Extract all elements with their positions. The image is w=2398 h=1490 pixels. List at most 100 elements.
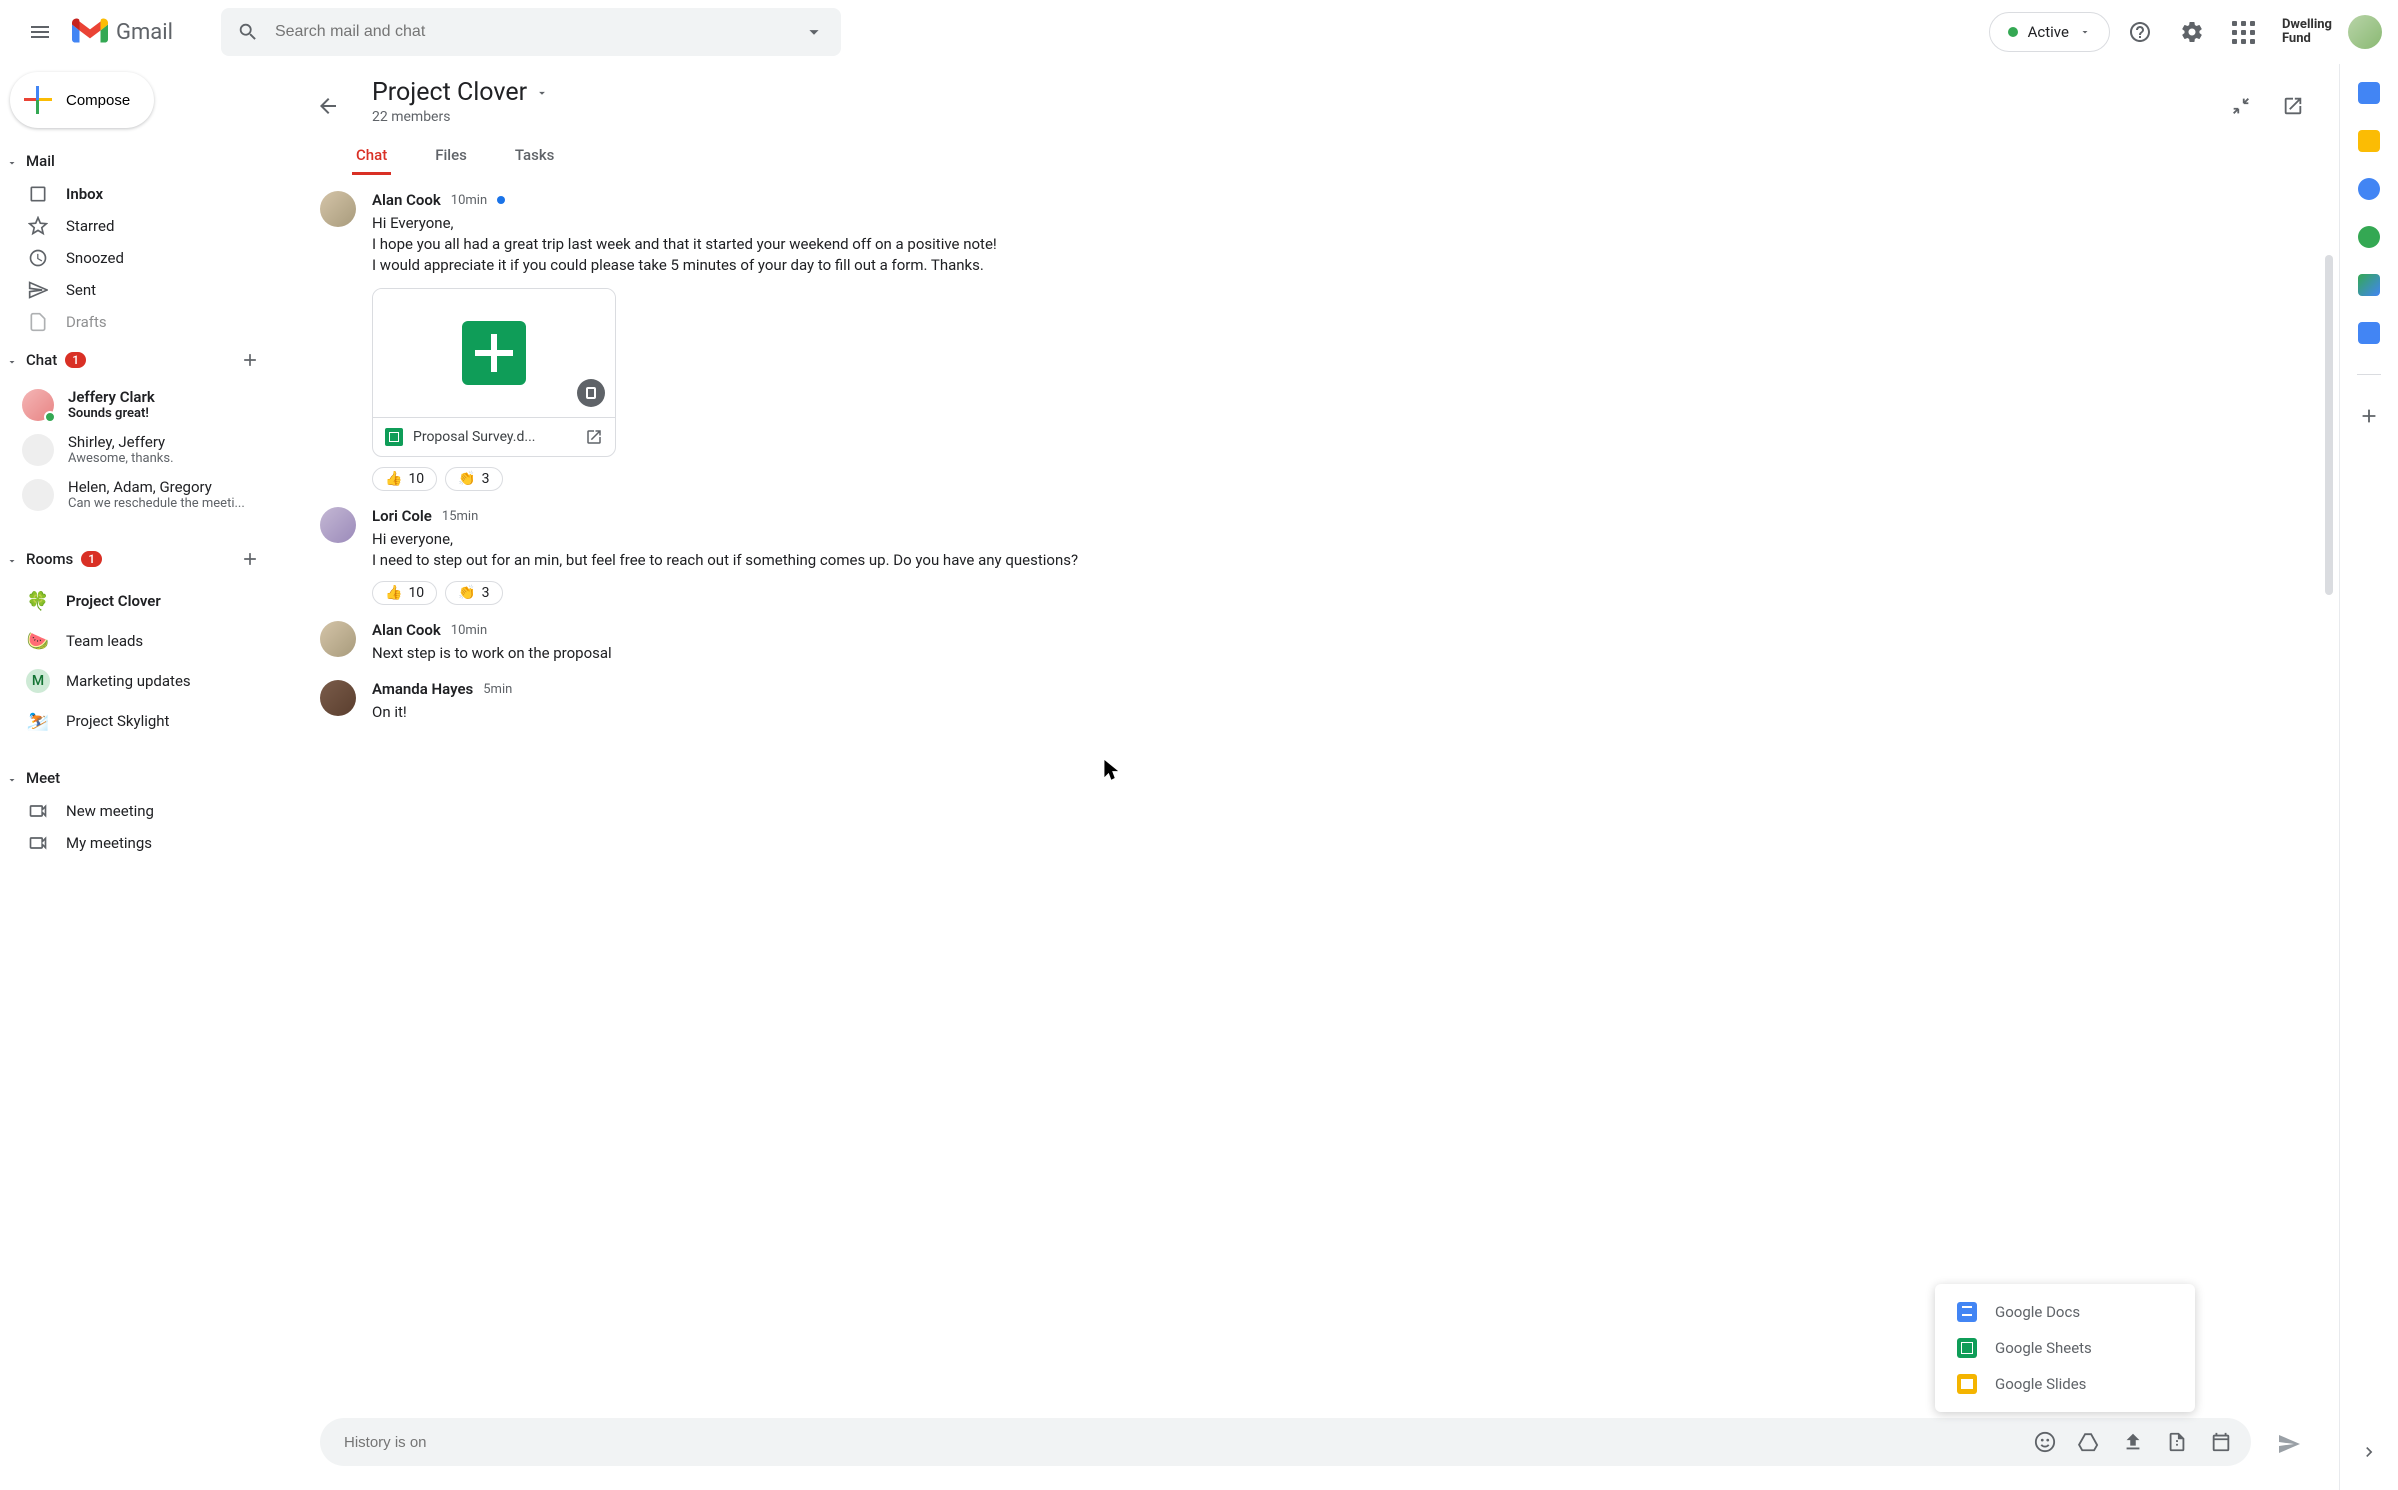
status-indicator-icon [2008,27,2018,37]
reaction-button[interactable]: 👍 10 [372,467,437,491]
section-chat-label: Chat [26,351,57,369]
search-icon [237,21,259,43]
message-author: Lori Cole [372,507,432,525]
schedule-button[interactable] [2203,1424,2239,1460]
message-time: 15min [442,509,478,524]
video-plus-icon [28,801,48,821]
rooms-badge: 1 [81,551,102,567]
collapse-button[interactable] [2223,88,2259,124]
drive-icon [2078,1431,2100,1453]
message-avatar [320,191,356,227]
panel-contacts[interactable] [2358,226,2380,248]
gmail-icon [72,18,108,46]
reaction-button[interactable]: 👏 3 [445,467,502,491]
message-list[interactable]: Alan Cook 10min Hi Everyone, I hope you … [280,175,2339,1406]
message: Alan Cook 10min Next step is to work on … [320,613,2311,672]
section-chat-header[interactable]: Chat 1 [0,338,280,382]
section-mail-header[interactable]: Mail [0,144,280,178]
nav-my-meetings[interactable]: My meetings [0,827,280,859]
draft-icon [28,312,48,332]
popout-button[interactable] [2275,88,2311,124]
room-item[interactable]: 🍉 Team leads [0,621,280,661]
send-icon [2277,1432,2301,1456]
back-button[interactable] [308,86,348,126]
sidebar: Compose Mail Inbox Starred Snoozed Sent … [0,64,280,1490]
compose-input[interactable] [344,1434,2019,1451]
arrow-back-icon [316,94,340,118]
account-avatar[interactable] [2348,15,2382,49]
gmail-logo[interactable]: Gmail [72,18,173,46]
menu-google-slides[interactable]: Google Slides [1935,1366,2195,1402]
nav-sent[interactable]: Sent [0,274,280,306]
panel-keep[interactable] [2358,130,2380,152]
panel-tasks[interactable] [2358,178,2380,200]
room-tabs: Chat Files Tasks [280,126,2339,175]
chat-item[interactable]: Jeffery Clark Sounds great! [0,382,280,427]
room-item[interactable]: M Marketing updates [0,661,280,701]
nav-new-meeting[interactable]: New meeting [0,795,280,827]
room-title[interactable]: Project Clover [372,78,2199,107]
panel-calendar[interactable] [2358,82,2380,104]
emoji-button[interactable] [2027,1424,2063,1460]
compose-button[interactable]: Compose [10,72,154,128]
tab-chat[interactable]: Chat [352,138,391,175]
apps-grid-icon [2232,21,2255,44]
side-panel [2340,64,2398,1490]
create-doc-menu: Google Docs Google Sheets Google Slides [1935,1284,2195,1412]
settings-button[interactable] [2170,10,2214,54]
create-doc-button[interactable] [2159,1424,2195,1460]
app-header: Gmail Active Dwelling Fund [0,0,2398,64]
reaction-button[interactable]: 👏 3 [445,581,502,605]
message-avatar [320,680,356,716]
panel-toggle[interactable] [2351,1434,2387,1470]
presence-dot-icon [44,411,56,423]
support-button[interactable] [2118,10,2162,54]
message-author: Amanda Hayes [372,680,473,698]
nav-inbox[interactable]: Inbox [0,178,280,210]
panel-add-button[interactable] [2358,405,2380,427]
room-item[interactable]: 🍀 Project Clover [0,581,280,621]
panel-divider [2357,374,2381,375]
open-attachment-button[interactable] [585,428,603,446]
help-icon [2128,20,2152,44]
section-rooms-header[interactable]: Rooms 1 [0,537,280,581]
main-menu-button[interactable] [16,8,64,56]
section-rooms-label: Rooms [26,550,73,568]
attachment-action-icon[interactable] [577,379,605,407]
nav-snoozed[interactable]: Snoozed [0,242,280,274]
menu-google-docs[interactable]: Google Docs [1935,1294,2195,1330]
new-message-indicator-icon [497,196,505,204]
room-item[interactable]: ⛷️ Project Skylight [0,701,280,741]
scrollbar[interactable] [2325,255,2333,595]
search-options-icon[interactable] [803,21,825,43]
menu-google-sheets[interactable]: Google Sheets [1935,1330,2195,1366]
chevron-down-icon [535,86,549,100]
docs-icon [1957,1302,1977,1322]
nav-drafts[interactable]: Drafts [0,306,280,338]
new-room-button[interactable] [236,545,264,573]
attachment-card[interactable]: Proposal Survey.d... [372,288,616,457]
new-chat-button[interactable] [236,346,264,374]
chat-item[interactable]: Helen, Adam, Gregory Can we reschedule t… [0,472,280,517]
search-input[interactable] [275,23,787,41]
compose-input-wrapper[interactable] [320,1418,2251,1466]
panel-maps[interactable] [2358,274,2380,296]
chat-item[interactable]: Shirley, Jeffery Awesome, thanks. [0,427,280,472]
google-apps-button[interactable] [2222,10,2266,54]
send-button[interactable] [2267,1422,2311,1466]
upload-button[interactable] [2115,1424,2151,1460]
message-avatar [320,507,356,543]
drive-button[interactable] [2071,1424,2107,1460]
status-selector[interactable]: Active [1989,12,2110,52]
message-text: On it! [372,702,2311,723]
reaction-button[interactable]: 👍 10 [372,581,437,605]
open-new-icon [2282,95,2304,117]
panel-people[interactable] [2358,322,2380,344]
section-meet-label: Meet [26,769,60,787]
section-meet-header[interactable]: Meet [0,761,280,795]
tab-tasks[interactable]: Tasks [511,138,559,175]
message-time: 10min [451,623,487,638]
search-bar[interactable] [221,8,841,56]
nav-starred[interactable]: Starred [0,210,280,242]
tab-files[interactable]: Files [431,138,471,175]
